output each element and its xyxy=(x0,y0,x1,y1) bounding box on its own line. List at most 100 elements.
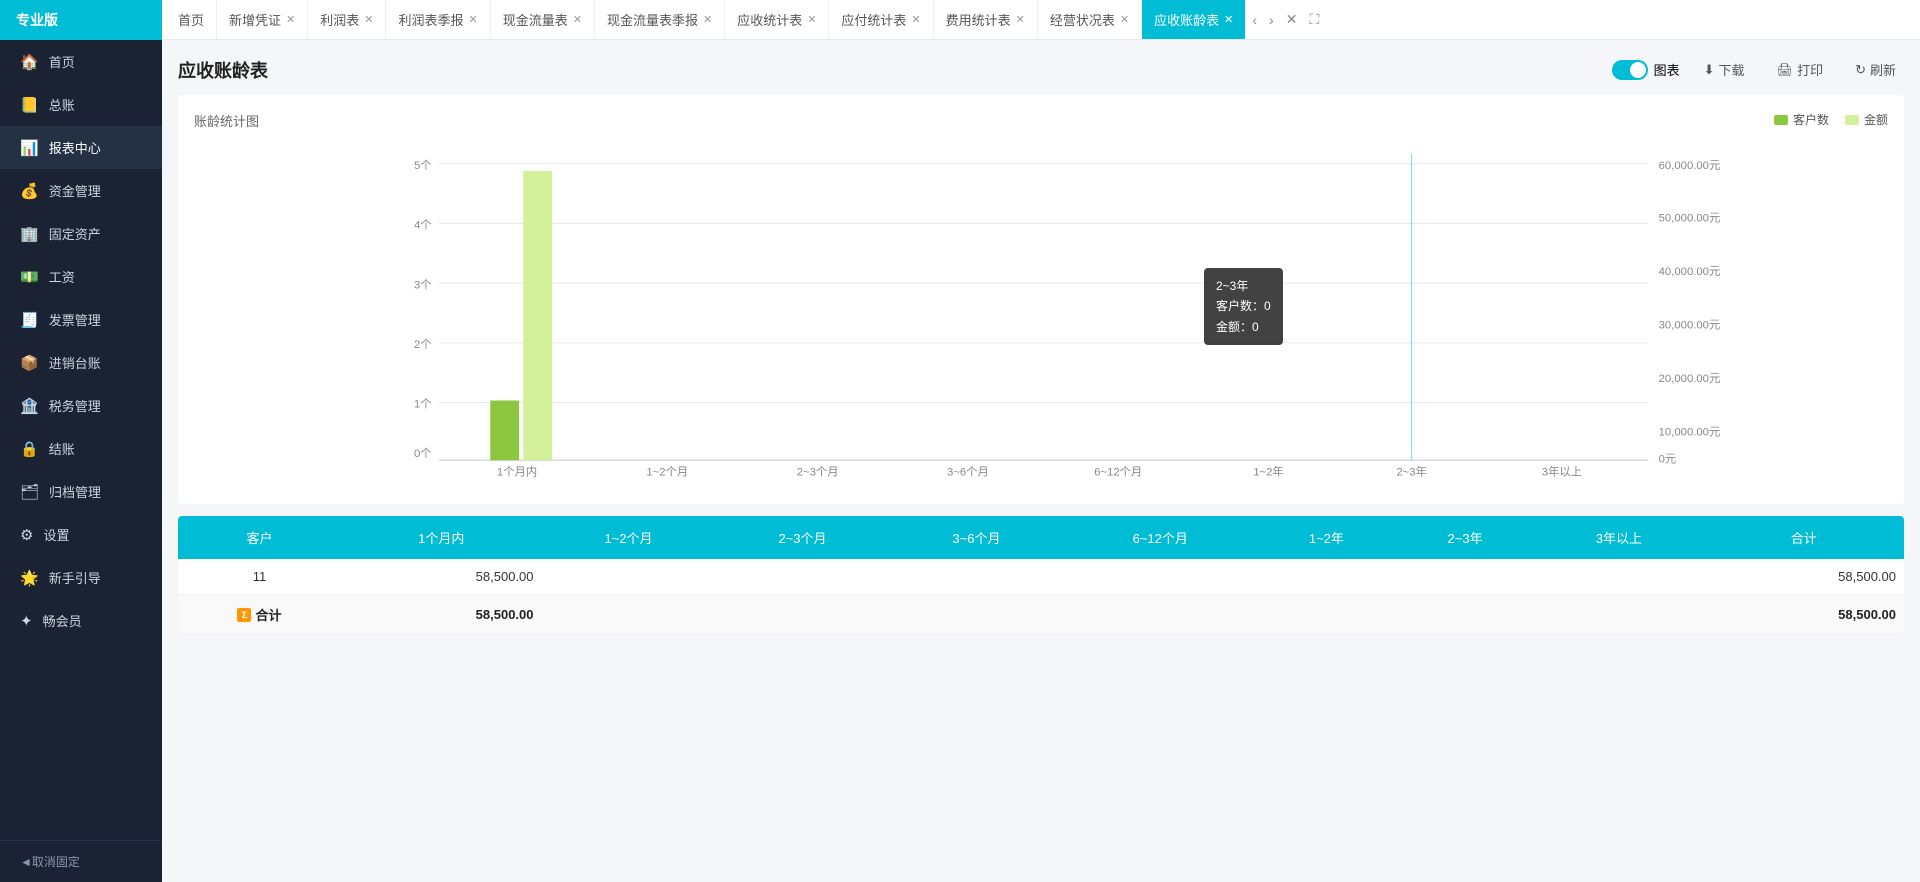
sidebar-item-label: 归档管理 xyxy=(49,482,101,501)
fund-icon: 💰 xyxy=(20,182,39,200)
sidebar-item-asset[interactable]: 🏢 固定资产 xyxy=(0,212,162,255)
tab-operation[interactable]: 经营状况表 ✕ xyxy=(1038,0,1142,40)
tab-close-icon[interactable]: ✕ xyxy=(573,13,582,26)
data-table: 客户 1个月内 1~2个月 2~3个月 3~6个月 6~12个月 1~2年 2~… xyxy=(178,516,1904,635)
svg-text:1个: 1个 xyxy=(414,398,432,411)
tab-close-icon[interactable]: ✕ xyxy=(703,13,712,26)
summary-total: 58,500.00 xyxy=(1703,595,1904,635)
sidebar-item-label: 设置 xyxy=(43,525,69,544)
tab-label: 经营状况表 xyxy=(1050,10,1115,29)
tab-close-icon[interactable]: ✕ xyxy=(364,13,373,26)
sidebar-item-label: 总账 xyxy=(49,95,75,114)
tab-ar-stats[interactable]: 应收统计表 ✕ xyxy=(725,0,829,40)
asset-icon: 🏢 xyxy=(20,225,39,243)
sidebar-item-ledger[interactable]: 📒 总账 xyxy=(0,83,162,126)
print-button[interactable]: 🖨 打印 xyxy=(1769,56,1832,83)
download-button[interactable]: ⬇ 下载 xyxy=(1696,56,1753,83)
col-total: 合计 xyxy=(1703,516,1904,559)
sidebar-item-invoice[interactable]: 🧾 发票管理 xyxy=(0,298,162,341)
sidebar-item-guide[interactable]: 🌟 新手引导 xyxy=(0,556,162,599)
print-icon: 🖨 xyxy=(1777,62,1794,78)
tab-close-icon[interactable]: ✕ xyxy=(1016,13,1025,26)
svg-text:2~3个月: 2~3个月 xyxy=(797,466,839,479)
legend-amount-label: 金额 xyxy=(1864,111,1888,128)
tab-label: 利润表季报 xyxy=(398,10,463,29)
chart-area: 5个 4个 3个 2个 1个 0个 60,000.00元 50,000.00元 … xyxy=(194,138,1888,488)
tab-label: 新增凭证 xyxy=(229,10,281,29)
tab-ar-aging[interactable]: 应收账龄表 ✕ xyxy=(1142,0,1246,40)
refresh-button[interactable]: ↻ 刷新 xyxy=(1847,56,1904,83)
tab-cashflow[interactable]: 现金流量表 ✕ xyxy=(491,0,595,40)
vip-icon: ✦ xyxy=(20,612,33,630)
sidebar-item-salary[interactable]: 💵 工资 xyxy=(0,255,162,298)
chart-toggle-label: 图表 xyxy=(1654,60,1680,79)
tab-close-icon[interactable]: ✕ xyxy=(911,13,920,26)
chart-toggle[interactable] xyxy=(1612,60,1648,80)
svg-text:30,000.00元: 30,000.00元 xyxy=(1659,319,1721,331)
tab-expense-stats[interactable]: 费用统计表 ✕ xyxy=(934,0,1038,40)
svg-text:3~6个月: 3~6个月 xyxy=(947,466,989,479)
tab-profit[interactable]: 利润表 ✕ xyxy=(308,0,386,40)
tab-close-all-button[interactable]: ✕ xyxy=(1280,0,1304,40)
header-row: 客户 1个月内 1~2个月 2~3个月 3~6个月 6~12个月 1~2年 2~… xyxy=(178,516,1904,559)
tab-label: 应收统计表 xyxy=(737,10,802,29)
sidebar-item-settings[interactable]: ⚙ 设置 xyxy=(0,513,162,556)
tab-close-icon[interactable]: ✕ xyxy=(469,13,478,26)
cell-3-6m xyxy=(889,559,1063,595)
tab-label: 应付统计表 xyxy=(841,10,906,29)
svg-text:6~12个月: 6~12个月 xyxy=(1094,466,1142,479)
tab-next-button[interactable]: › xyxy=(1263,0,1280,40)
svg-text:4个: 4个 xyxy=(414,219,432,232)
svg-text:0个: 0个 xyxy=(414,447,432,460)
cell-1m: 58,500.00 xyxy=(341,559,542,595)
summary-1m: 58,500.00 xyxy=(341,595,542,635)
tab-ap-stats[interactable]: 应付统计表 ✕ xyxy=(829,0,933,40)
invoice-icon: 🧾 xyxy=(20,311,39,329)
summary-3y-plus xyxy=(1534,595,1703,635)
tab-voucher[interactable]: 新增凭证 ✕ xyxy=(217,0,308,40)
tab-prev-button[interactable]: ‹ xyxy=(1246,0,1263,40)
tab-expand-button[interactable]: ⛶ xyxy=(1303,0,1325,40)
sidebar-item-inventory[interactable]: 📦 进销台账 xyxy=(0,341,162,384)
svg-text:2~3年: 2~3年 xyxy=(1396,465,1427,479)
sidebar-item-tax[interactable]: 🏦 税务管理 xyxy=(0,384,162,427)
bar-customer-1 xyxy=(490,401,519,461)
page-title-row: 应收账龄表 图表 ⬇ 下载 🖨 打印 ↻ 刷新 xyxy=(178,56,1904,83)
tab-close-icon[interactable]: ✕ xyxy=(807,13,816,26)
tab-close-icon[interactable]: ✕ xyxy=(1224,13,1233,26)
settings-icon: ⚙ xyxy=(20,526,33,544)
summary-1-2y xyxy=(1257,595,1396,635)
summary-3-6m xyxy=(889,595,1063,635)
svg-text:1~2年: 1~2年 xyxy=(1253,465,1284,479)
svg-text:3个: 3个 xyxy=(414,278,432,291)
summary-icon: Σ xyxy=(237,608,251,622)
svg-text:10,000.00元: 10,000.00元 xyxy=(1659,427,1721,439)
download-label: 下载 xyxy=(1719,60,1745,79)
refresh-icon: ↻ xyxy=(1855,62,1866,78)
sidebar-item-close[interactable]: 🔒 结账 xyxy=(0,427,162,470)
sidebar: 专业版 🏠 首页 📒 总账 📊 报表中心 💰 资金管理 🏢 固定资产 💵 工资 … xyxy=(0,0,162,882)
sidebar-item-report[interactable]: 📊 报表中心 xyxy=(0,126,162,169)
home-icon: 🏠 xyxy=(20,53,39,71)
unpin-sidebar-button[interactable]: ◄取消固定 xyxy=(0,840,162,882)
cell-2-3y xyxy=(1396,559,1535,595)
sidebar-item-vip[interactable]: ✦ 畅会员 xyxy=(0,599,162,642)
chart-svg: 5个 4个 3个 2个 1个 0个 60,000.00元 50,000.00元 … xyxy=(194,138,1888,488)
legend-amount-color xyxy=(1845,115,1859,125)
sidebar-item-label: 结账 xyxy=(49,439,75,458)
tab-bar: 首页 新增凭证 ✕ 利润表 ✕ 利润表季报 ✕ 现金流量表 ✕ 现金流量表季报 … xyxy=(162,0,1920,40)
print-label: 打印 xyxy=(1797,60,1823,79)
tab-close-icon[interactable]: ✕ xyxy=(286,13,295,26)
tab-cashflow-quarterly[interactable]: 现金流量表季报 ✕ xyxy=(595,0,725,40)
sidebar-item-archive[interactable]: 🗂 归档管理 xyxy=(0,470,162,513)
svg-text:40,000.00元: 40,000.00元 xyxy=(1659,266,1721,278)
tab-profit-quarterly[interactable]: 利润表季报 ✕ xyxy=(386,0,490,40)
tab-home[interactable]: 首页 xyxy=(166,0,217,40)
tab-close-icon[interactable]: ✕ xyxy=(1120,13,1129,26)
sidebar-item-home[interactable]: 🏠 首页 xyxy=(0,40,162,83)
summary-6-12m xyxy=(1063,595,1257,635)
sidebar-item-fund[interactable]: 💰 资金管理 xyxy=(0,169,162,212)
col-1-2y: 1~2年 xyxy=(1257,516,1396,559)
sidebar-item-label: 首页 xyxy=(49,52,75,71)
summary-label-cell: Σ 合计 xyxy=(178,595,341,635)
